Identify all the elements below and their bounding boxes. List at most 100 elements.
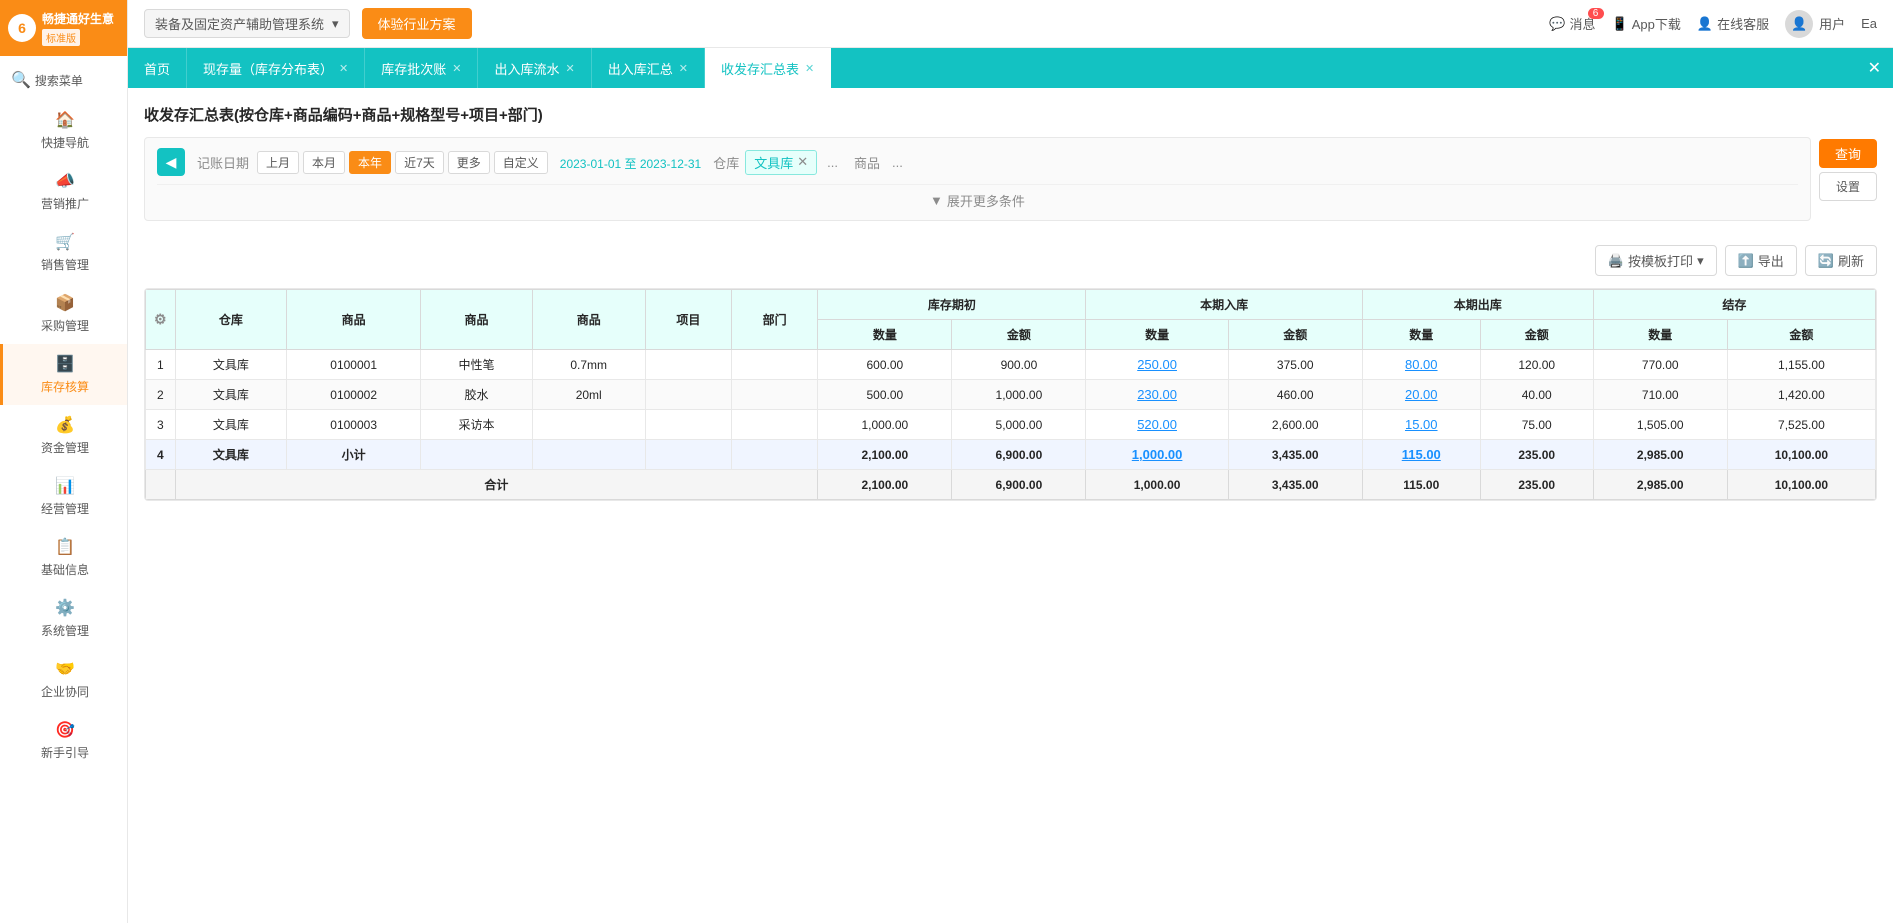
subtotal-bal-amt: 10,100.00 xyxy=(1727,440,1875,470)
print-button[interactable]: 🖨️ 按模板打印 ▾ xyxy=(1595,245,1717,276)
page-title: 收发存汇总表(按仓库+商品编码+商品+规格型号+项目+部门) xyxy=(144,104,1877,125)
query-button[interactable]: 查询 xyxy=(1819,139,1877,168)
system-select[interactable]: 装备及固定资产辅助管理系统 ▾ xyxy=(144,9,350,38)
tab-batch[interactable]: 库存批次账 ✕ xyxy=(365,48,478,88)
row3-out-qty-link[interactable]: 15.00 xyxy=(1405,417,1438,432)
tab-inout-flow[interactable]: 出入库流水 ✕ xyxy=(478,48,591,88)
gear-header: ⚙ xyxy=(146,290,176,350)
subtotal-empty2 xyxy=(532,440,645,470)
tab-inout-summary-close[interactable]: ✕ xyxy=(679,62,688,75)
expand-text: 展开更多条件 xyxy=(947,191,1025,210)
tab-stock-dist[interactable]: 现存量（库存分布表） ✕ xyxy=(187,48,365,88)
sidebar-item-system[interactable]: ⚙️ 系统管理 xyxy=(0,588,127,649)
sidebar-item-operations[interactable]: 📊 经营管理 xyxy=(0,466,127,527)
ea-text: Ea xyxy=(1861,16,1877,31)
row2-open-qty: 500.00 xyxy=(818,380,952,410)
row1-out-qty: 80.00 xyxy=(1362,350,1480,380)
tabbar-close-all[interactable]: ✕ xyxy=(1856,48,1893,88)
data-table-container: ⚙ 仓库 商品 商品 商品 项目 部门 库存期初 本期入库 本期出库 结存 xyxy=(144,288,1877,501)
row3-project xyxy=(645,410,731,440)
row3-out-qty: 15.00 xyxy=(1362,410,1480,440)
footer-row: 合计 2,100.00 6,900.00 1,000.00 3,435.00 1… xyxy=(146,470,1876,500)
export-button[interactable]: ⬆️ 导出 xyxy=(1725,245,1797,276)
date-btn-last-month[interactable]: 上月 xyxy=(257,151,299,174)
column-settings-icon[interactable]: ⚙ xyxy=(154,311,167,327)
date-buttons: 上月 本月 本年 近7天 更多 自定义 xyxy=(257,151,548,174)
row3-no: 3 xyxy=(146,410,176,440)
print-label: 按模板打印 xyxy=(1628,251,1693,270)
warehouse-tag-close[interactable]: ✕ xyxy=(797,154,808,170)
user-menu[interactable]: 👤 用户 xyxy=(1785,10,1845,38)
row1-in-qty: 250.00 xyxy=(1086,350,1228,380)
tab-receive-summary-close[interactable]: ✕ xyxy=(805,62,814,75)
sidebar-item-enterprise[interactable]: 🤝 企业协同 xyxy=(0,649,127,710)
footer-bal-amt: 10,100.00 xyxy=(1727,470,1875,500)
filter-collapse-button[interactable]: ◀ xyxy=(157,148,185,176)
row3-open-amt: 5,000.00 xyxy=(952,410,1086,440)
tab-home[interactable]: 首页 xyxy=(128,48,187,88)
row3-in-qty-link[interactable]: 520.00 xyxy=(1137,417,1177,432)
row1-in-qty-link[interactable]: 250.00 xyxy=(1137,357,1177,372)
sidebar-item-inventory[interactable]: 🗄️ 库存核算 xyxy=(0,344,127,405)
logo-icon: 6 xyxy=(8,14,36,42)
row2-warehouse: 文具库 xyxy=(175,380,287,410)
sidebar-item-finance[interactable]: 💰 资金管理 xyxy=(0,405,127,466)
sidebar-item-guide[interactable]: 🎯 新手引导 xyxy=(0,710,127,771)
subtotal-row: 4 文具库 小计 2,100.00 6,900.00 1,000.00 3,43… xyxy=(146,440,1876,470)
app-download-button[interactable]: 📱 App下载 xyxy=(1612,14,1681,33)
th-in-group: 本期入库 xyxy=(1086,290,1362,320)
row2-in-qty-link[interactable]: 230.00 xyxy=(1137,387,1177,402)
footer-in-qty: 1,000.00 xyxy=(1086,470,1228,500)
sidebar-item-search[interactable]: 🔍 搜索菜单 xyxy=(0,60,127,100)
row2-out-qty-link[interactable]: 20.00 xyxy=(1405,387,1438,402)
product-dots[interactable]: ... xyxy=(892,155,903,170)
sidebar-tag: 标准版 xyxy=(42,29,80,46)
row2-in-amt: 460.00 xyxy=(1228,380,1362,410)
sidebar-item-sales[interactable]: 🛒 销售管理 xyxy=(0,222,127,283)
row1-out-qty-link[interactable]: 80.00 xyxy=(1405,357,1438,372)
subtotal-in-amt: 3,435.00 xyxy=(1228,440,1362,470)
sidebar-logo: 6 畅捷通好生意 标准版 xyxy=(0,0,127,56)
tab-inout-summary[interactable]: 出入库汇总 ✕ xyxy=(592,48,705,88)
sidebar-item-quick-nav[interactable]: 🏠 快捷导航 xyxy=(0,100,127,161)
app-download-label: App下载 xyxy=(1632,14,1681,33)
system-icon: ⚙️ xyxy=(55,598,75,618)
date-btn-this-month[interactable]: 本月 xyxy=(303,151,345,174)
th-code: 商品 xyxy=(287,290,421,350)
row1-bal-amt: 1,155.00 xyxy=(1727,350,1875,380)
th-out-group: 本期出库 xyxy=(1362,290,1593,320)
th-in-qty: 数量 xyxy=(1086,320,1228,350)
date-label: 记账日期 xyxy=(197,153,249,172)
tab-inout-flow-close[interactable]: ✕ xyxy=(566,62,575,75)
expand-more-button[interactable]: ▼ 展开更多条件 xyxy=(930,191,1025,210)
sidebar-item-purchase[interactable]: 📦 采购管理 xyxy=(0,283,127,344)
refresh-button[interactable]: 🔄 刷新 xyxy=(1805,245,1877,276)
warehouse-dots[interactable]: ... xyxy=(827,155,838,170)
sidebar-item-basic[interactable]: 📋 基础信息 xyxy=(0,527,127,588)
product-filter-section: 商品 ... xyxy=(854,153,907,172)
date-btn-7days[interactable]: 近7天 xyxy=(395,151,444,174)
message-button[interactable]: 💬 消息 6 xyxy=(1549,14,1595,33)
tab-stock-dist-close[interactable]: ✕ xyxy=(339,62,348,75)
export-icon: ⬆️ xyxy=(1738,253,1754,269)
subtotal-in-qty-link[interactable]: 1,000.00 xyxy=(1132,447,1183,462)
row3-spec xyxy=(532,410,645,440)
table-row: 1 文具库 0100001 中性笔 0.7mm 600.00 900.00 25… xyxy=(146,350,1876,380)
subtotal-no: 4 xyxy=(146,440,176,470)
online-service-button[interactable]: 👤 在线客服 xyxy=(1697,14,1769,33)
inventory-icon: 🗄️ xyxy=(55,354,75,374)
try-industry-button[interactable]: 体验行业方案 xyxy=(362,8,472,39)
tab-batch-close[interactable]: ✕ xyxy=(452,62,461,75)
row1-in-amt: 375.00 xyxy=(1228,350,1362,380)
tab-receive-summary[interactable]: 收发存汇总表 ✕ xyxy=(705,48,831,88)
date-btn-this-year[interactable]: 本年 xyxy=(349,151,391,174)
settings-button[interactable]: 设置 xyxy=(1819,172,1877,201)
main-area: 装备及固定资产辅助管理系统 ▾ 体验行业方案 💬 消息 6 📱 App下载 👤 … xyxy=(128,0,1893,923)
basic-icon: 📋 xyxy=(55,537,75,557)
th-dept: 部门 xyxy=(732,290,818,350)
date-btn-more[interactable]: 更多 xyxy=(448,151,490,174)
subtotal-out-qty-link[interactable]: 115.00 xyxy=(1402,447,1441,462)
date-btn-custom[interactable]: 自定义 xyxy=(494,151,548,174)
sidebar-item-marketing[interactable]: 📣 营销推广 xyxy=(0,161,127,222)
row1-name: 中性笔 xyxy=(421,350,533,380)
